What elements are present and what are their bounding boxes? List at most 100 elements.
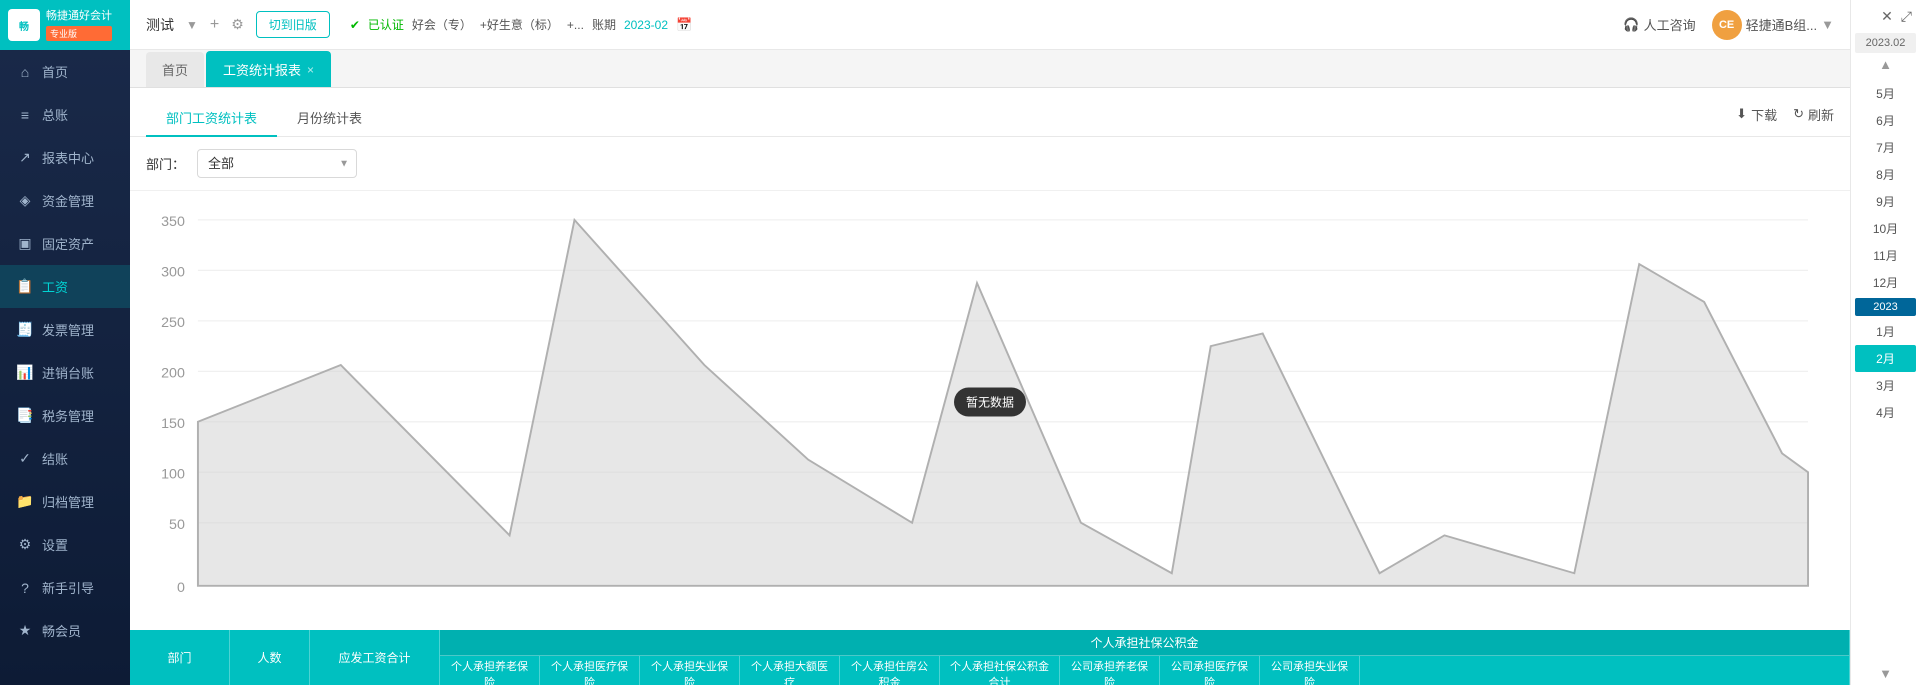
sidebar-item-label: 报表中心 [42,148,94,167]
payroll-icon: 📋 [16,278,34,295]
sidebar: 畅 畅捷通好会计 专业版 ⌂ 首页 ≡ 总账 ↗ 报表中心 ◈ 资金管理 ▣ 固… [0,0,130,685]
month-item-2[interactable]: 2月 [1855,345,1916,372]
month-item-11[interactable]: 11月 [1851,242,1920,269]
col-medical: 个人承担医疗保险 [540,656,640,685]
sidebar-logo: 畅 畅捷通好会计 专业版 [0,0,130,50]
sidebar-item-payroll[interactable]: 📋 工资 [0,265,130,308]
funds-icon: ◈ [16,192,34,209]
switch-version-button[interactable]: 切到旧版 [256,11,330,38]
year-badge-2023: 2023 [1855,298,1916,316]
col-total-salary: 应发工资合计 [310,630,440,685]
sidebar-item-funds[interactable]: ◈ 资金管理 [0,179,130,222]
sidebar-item-label: 首页 [42,62,68,81]
panel-date-label: 2023.02 [1855,33,1916,53]
sidebar-item-label: 归档管理 [42,492,94,511]
sidebar-item-reports[interactable]: ↗ 报表中心 [0,136,130,179]
settings-icon: ⚙ [16,536,34,553]
col-group-header: 个人承担社保公积金 [440,630,1849,656]
sidebar-item-sales[interactable]: 📊 进销台账 [0,351,130,394]
sidebar-item-label: 设置 [42,535,68,554]
month-item-1[interactable]: 1月 [1851,318,1920,345]
sub-tabs: 部门工资统计表 月份统计表 ⬇ 下载 ↻ 刷新 [130,88,1850,137]
col-company-pension: 公司承担养老保险 [1060,656,1160,685]
sub-tabs-left: 部门工资统计表 月份统计表 [146,100,382,136]
month-item-7[interactable]: 7月 [1851,134,1920,161]
tag-good-accounting: 好会（专） [412,16,472,33]
tab-active-label: 工资统计报表 [223,60,301,79]
sidebar-item-home[interactable]: ⌂ 首页 [0,50,130,93]
svg-text:200: 200 [161,365,185,381]
inner-content: 部门工资统计表 月份统计表 ⬇ 下载 ↻ 刷新 部门： 全部 部门A [130,88,1850,685]
avatar: CE [1712,10,1742,40]
col-headcount: 人数 [230,630,310,685]
department-select[interactable]: 全部 部门A 部门B [197,149,357,178]
chart-container: 350 300 250 200 150 100 50 0 [130,191,1850,630]
sub-tab-department[interactable]: 部门工资统计表 [146,100,277,137]
close-panel-button[interactable]: ✕ [1881,8,1893,25]
sidebar-item-closing[interactable]: ✓ 结账 [0,437,130,480]
sidebar-item-tax[interactable]: 📑 税务管理 [0,394,130,437]
ledger-icon: ≡ [16,107,34,123]
tag-good-business: +好生意（标） [480,16,559,33]
panel-next-button[interactable]: ▼ [1851,662,1920,685]
month-item-12[interactable]: 12月 [1851,269,1920,296]
panel-prev-button[interactable]: ▲ [1851,53,1920,76]
calendar-icon[interactable]: 📅 [676,17,692,33]
chart-tooltip: 暂无数据 [954,387,1026,416]
month-item-5[interactable]: 5月 [1851,80,1920,107]
logo-text-block: 畅捷通好会计 专业版 [46,9,112,40]
sidebar-item-label: 税务管理 [42,406,94,425]
month-list: 5月 6月 7月 8月 9月 10月 11月 12月 2023 1月 2月 3月… [1851,76,1920,662]
consult-button[interactable]: 🎧 人工咨询 [1623,15,1695,34]
svg-text:150: 150 [161,415,185,431]
tab-home[interactable]: 首页 [146,52,204,87]
sidebar-item-archive[interactable]: 📁 归档管理 [0,480,130,523]
logo-text: 畅捷通好会计 [46,9,112,23]
certified-icon: ✔ [350,18,360,32]
month-item-4[interactable]: 4月 [1851,399,1920,426]
download-icon: ⬇ [1736,106,1747,122]
month-item-3[interactable]: 3月 [1851,372,1920,399]
month-item-8[interactable]: 8月 [1851,161,1920,188]
sidebar-item-vip[interactable]: ★ 畅会员 [0,609,130,652]
company-name: 测试 [146,15,174,35]
sidebar-item-settings[interactable]: ⚙ 设置 [0,523,130,566]
tabs-bar: 首页 工资统计报表 × [130,50,1850,88]
sidebar-item-ledger[interactable]: ≡ 总账 [0,93,130,136]
period-value: 2023-02 [624,18,668,32]
tab-close-icon[interactable]: × [307,63,314,77]
svg-text:350: 350 [161,213,185,229]
company-dropdown-icon[interactable]: ▼ [186,18,198,32]
consult-label: 人工咨询 [1644,15,1696,34]
download-button[interactable]: ⬇ 下载 [1736,105,1777,124]
col-unemployment: 个人承担失业保险 [640,656,740,685]
sidebar-item-label: 总账 [42,105,68,124]
expand-panel-button[interactable]: ⤢ [1901,8,1912,25]
user-menu-button[interactable]: CE 轻捷通B组... ▼ [1712,10,1834,40]
settings-icon[interactable]: ⚙ [231,16,244,33]
sidebar-item-invoice[interactable]: 🧾 发票管理 [0,308,130,351]
month-item-10[interactable]: 10月 [1851,215,1920,242]
tax-icon: 📑 [16,407,34,424]
reports-icon: ↗ [16,149,34,166]
sidebar-item-label: 固定资产 [42,234,94,253]
sidebar-item-label: 结账 [42,449,68,468]
sub-tab-monthly[interactable]: 月份统计表 [277,100,382,137]
topbar-tags: ✔ 已认证 好会（专） +好生意（标） +... 账期 2023-02 📅 [350,16,692,33]
filter-bar: 部门： 全部 部门A 部门B [130,137,1850,191]
month-item-9[interactable]: 9月 [1851,188,1920,215]
month-item-6[interactable]: 6月 [1851,107,1920,134]
sidebar-item-guide[interactable]: ? 新手引导 [0,566,130,609]
refresh-button[interactable]: ↻ 刷新 [1793,105,1834,124]
add-icon[interactable]: + [210,16,219,34]
main-content: 测试 ▼ + ⚙ 切到旧版 ✔ 已认证 好会（专） +好生意（标） +... 账… [130,0,1850,685]
col-major-medical: 个人承担大额医疗 [740,656,840,685]
logo-icon: 畅 [8,9,40,41]
sidebar-item-assets[interactable]: ▣ 固定资产 [0,222,130,265]
invoice-icon: 🧾 [16,321,34,338]
tag-more: +... [567,18,584,32]
tab-payroll-report[interactable]: 工资统计报表 × [206,51,331,87]
col-company-medical: 公司承担医疗保险 [1160,656,1260,685]
headset-icon: 🎧 [1623,17,1639,33]
svg-text:300: 300 [161,264,185,280]
